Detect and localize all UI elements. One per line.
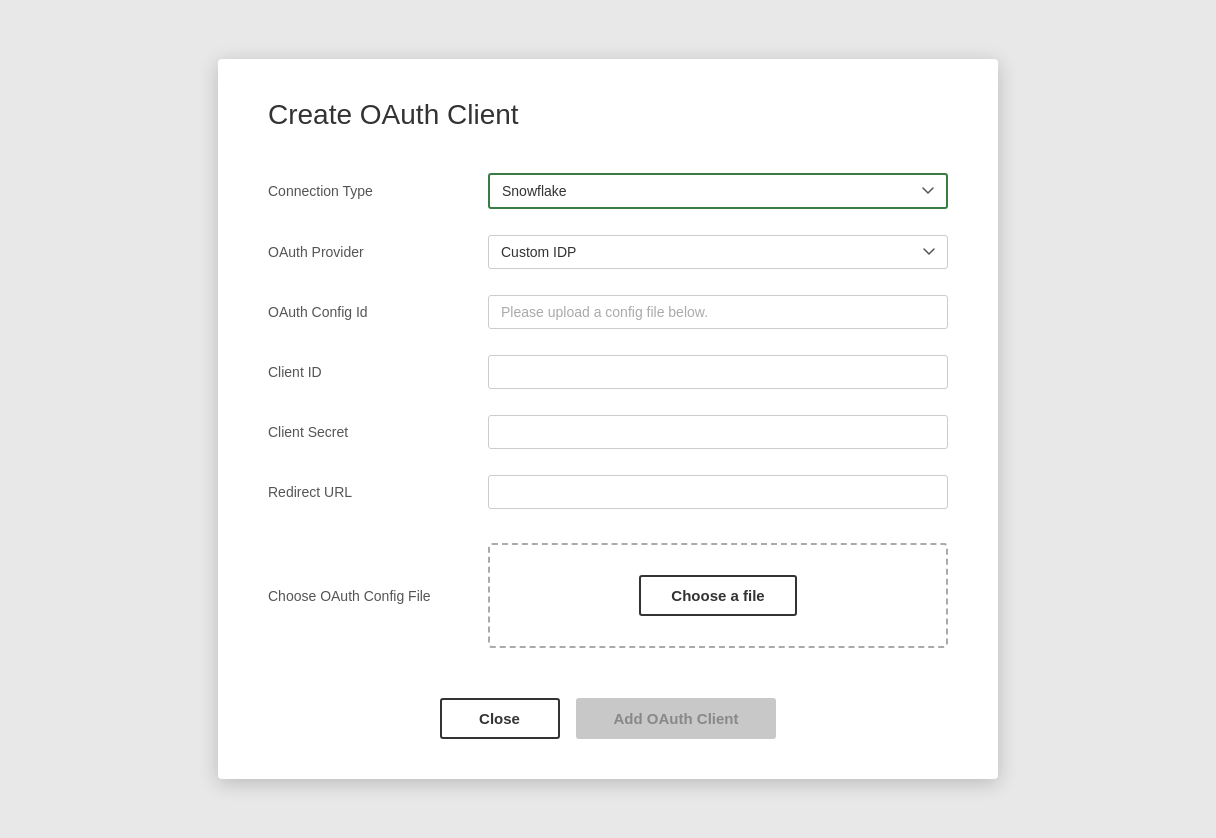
client-id-label: Client ID bbox=[268, 354, 488, 390]
client-id-input[interactable] bbox=[488, 355, 948, 389]
oauth-provider-label: OAuth Provider bbox=[268, 234, 488, 270]
connection-type-select[interactable]: Snowflake bbox=[488, 173, 948, 209]
redirect-url-control bbox=[488, 465, 948, 519]
create-oauth-dialog: Create OAuth Client Connection Type Snow… bbox=[218, 59, 998, 779]
oauth-config-file-control: Choose a file bbox=[488, 525, 948, 666]
dialog-title: Create OAuth Client bbox=[268, 99, 948, 131]
redirect-url-label: Redirect URL bbox=[268, 474, 488, 510]
client-id-control bbox=[488, 345, 948, 399]
oauth-provider-control: Custom IDP bbox=[488, 225, 948, 279]
redirect-url-input[interactable] bbox=[488, 475, 948, 509]
choose-file-button[interactable]: Choose a file bbox=[639, 575, 796, 616]
client-secret-input[interactable] bbox=[488, 415, 948, 449]
add-oauth-client-button[interactable]: Add OAuth Client bbox=[576, 698, 777, 739]
oauth-config-file-label: Choose OAuth Config File bbox=[268, 578, 488, 614]
connection-type-control: Snowflake bbox=[488, 163, 948, 219]
client-secret-control bbox=[488, 405, 948, 459]
oauth-provider-select[interactable]: Custom IDP bbox=[488, 235, 948, 269]
oauth-config-id-control bbox=[488, 285, 948, 339]
oauth-config-id-input[interactable] bbox=[488, 295, 948, 329]
dialog-footer: Close Add OAuth Client bbox=[268, 698, 948, 739]
form-grid: Connection Type Snowflake OAuth Provider… bbox=[268, 163, 948, 666]
connection-type-label: Connection Type bbox=[268, 173, 488, 209]
client-secret-label: Client Secret bbox=[268, 414, 488, 450]
file-upload-dropzone[interactable]: Choose a file bbox=[488, 543, 948, 648]
close-button[interactable]: Close bbox=[440, 698, 560, 739]
oauth-config-id-label: OAuth Config Id bbox=[268, 294, 488, 330]
